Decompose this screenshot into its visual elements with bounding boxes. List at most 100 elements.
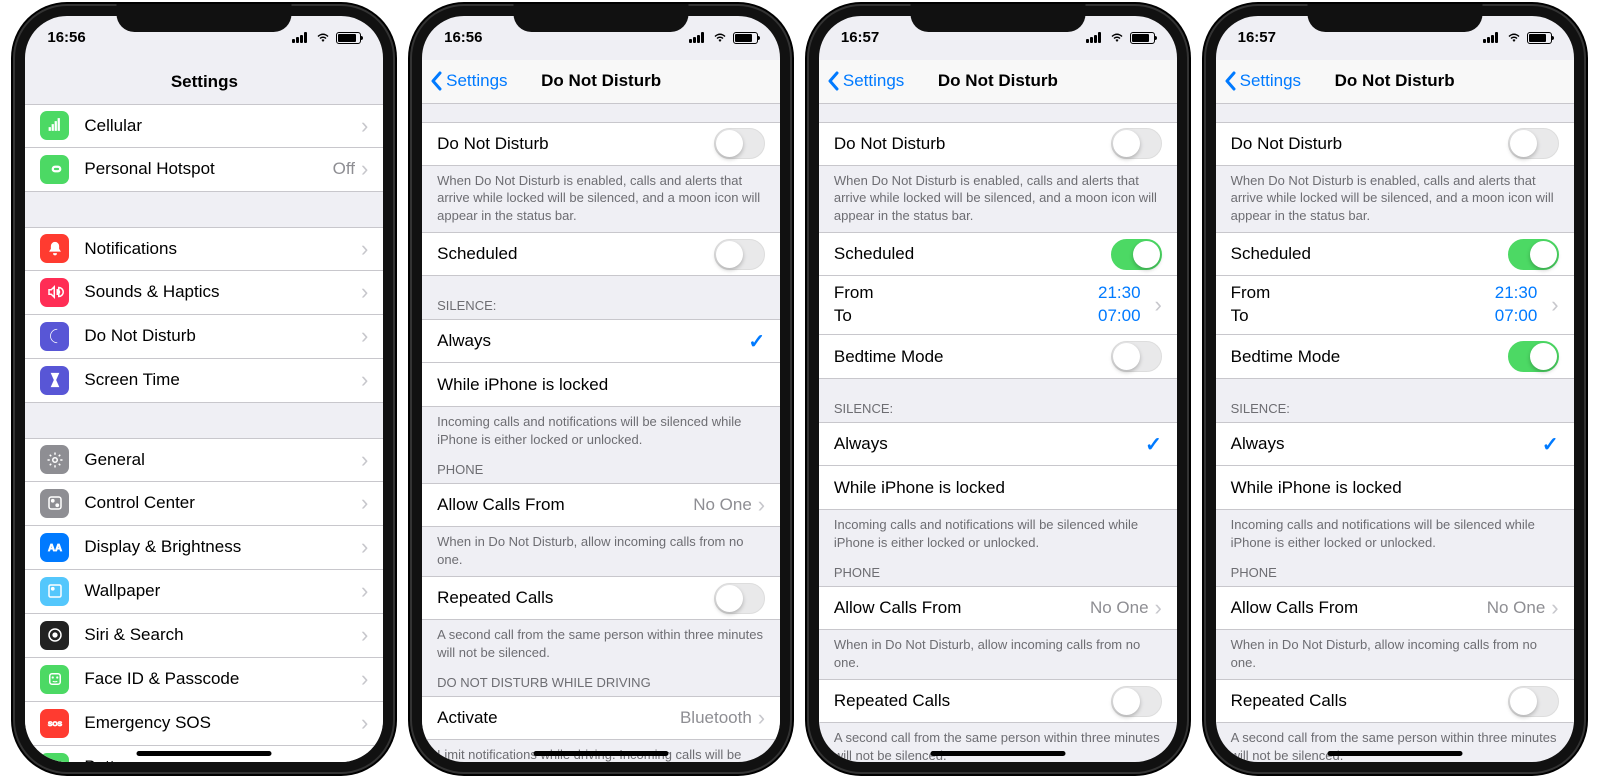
settings-row-general[interactable]: General › bbox=[25, 438, 383, 482]
allow-footer: When in Do Not Disturb, allow incoming c… bbox=[422, 527, 780, 576]
wallpaper-icon bbox=[40, 577, 69, 606]
phone-header: PHONE bbox=[819, 559, 1177, 586]
back-button[interactable]: Settings bbox=[1224, 71, 1301, 91]
checkmark-icon: ✓ bbox=[1542, 432, 1559, 457]
dnd-footer: When Do Not Disturb is enabled, calls an… bbox=[422, 166, 780, 233]
chevron-right-icon: › bbox=[361, 449, 368, 471]
wifi-icon bbox=[1506, 32, 1522, 44]
allow-footer: When in Do Not Disturb, allow incoming c… bbox=[819, 630, 1177, 679]
scheduled-row[interactable]: Scheduled bbox=[1216, 232, 1574, 276]
always-row[interactable]: Always✓ bbox=[819, 422, 1177, 466]
sounds-icon bbox=[40, 278, 69, 307]
scheduled-row[interactable]: Scheduled bbox=[422, 232, 780, 276]
scheduled-toggle[interactable] bbox=[1111, 239, 1162, 270]
dnd-footer: When Do Not Disturb is enabled, calls an… bbox=[819, 166, 1177, 233]
faceid-icon bbox=[40, 665, 69, 694]
back-button[interactable]: Settings bbox=[827, 71, 904, 91]
checkmark-icon: ✓ bbox=[748, 329, 765, 354]
row-label: Battery bbox=[84, 757, 138, 762]
silence-footer: Incoming calls and notifications will be… bbox=[1216, 510, 1574, 559]
allow-calls-row[interactable]: Allow Calls FromNo One› bbox=[1216, 586, 1574, 630]
home-indicator[interactable] bbox=[1327, 751, 1462, 756]
wifi-icon bbox=[712, 32, 728, 44]
settings-row-display[interactable]: AA Display & Brightness › bbox=[25, 526, 383, 570]
signal-icon bbox=[292, 32, 310, 43]
repeated-calls-row[interactable]: Repeated Calls bbox=[1216, 679, 1574, 723]
activate-row[interactable]: ActivateBluetooth› bbox=[422, 696, 780, 740]
dnd-row[interactable]: Do Not Disturb bbox=[1216, 122, 1574, 166]
navbar: Settings Do Not Disturb bbox=[422, 60, 780, 104]
settings-row-screentime[interactable]: Screen Time› bbox=[25, 359, 383, 403]
wifi-icon bbox=[1109, 32, 1125, 44]
dnd-toggle[interactable] bbox=[1508, 128, 1559, 159]
chevron-right-icon: › bbox=[361, 668, 368, 690]
settings-row-hotspot[interactable]: Personal HotspotOff› bbox=[25, 148, 383, 192]
chevron-right-icon: › bbox=[1155, 597, 1162, 619]
repeated-toggle[interactable] bbox=[1111, 686, 1162, 717]
silence-footer: Incoming calls and notifications will be… bbox=[422, 407, 780, 456]
dnd-footer: When Do Not Disturb is enabled, calls an… bbox=[1216, 166, 1574, 233]
row-label: Display & Brightness bbox=[84, 537, 241, 557]
settings-row-sounds[interactable]: Sounds & Haptics › bbox=[25, 271, 383, 315]
chevron-right-icon: › bbox=[361, 536, 368, 558]
dnd-toggle[interactable] bbox=[1111, 128, 1162, 159]
battery-icon bbox=[40, 753, 69, 762]
bedtime-row[interactable]: Bedtime Mode bbox=[1216, 335, 1574, 379]
settings-row-cellular[interactable]: Cellular› bbox=[25, 104, 383, 148]
scheduled-toggle[interactable] bbox=[1508, 239, 1559, 270]
svg-text:SOS: SOS bbox=[48, 721, 63, 728]
settings-row-notifications[interactable]: Notifications› bbox=[25, 227, 383, 271]
row-label: Do Not Disturb bbox=[84, 326, 195, 346]
dnd-row[interactable]: Do Not Disturb bbox=[819, 122, 1177, 166]
repeated-calls-row[interactable]: Repeated Calls bbox=[819, 679, 1177, 723]
display-icon: AA bbox=[40, 533, 69, 562]
repeated-calls-row[interactable]: Repeated Calls bbox=[422, 576, 780, 620]
settings-row-wallpaper[interactable]: Wallpaper› bbox=[25, 570, 383, 614]
settings-row-sos[interactable]: SOSEmergency SOS› bbox=[25, 702, 383, 746]
home-indicator[interactable] bbox=[534, 751, 669, 756]
time: 16:57 bbox=[1238, 29, 1276, 46]
settings-row-dnd[interactable]: Do Not Disturb› bbox=[25, 315, 383, 359]
bedtime-row[interactable]: Bedtime Mode bbox=[819, 335, 1177, 379]
allow-calls-row[interactable]: Allow Calls FromNo One› bbox=[422, 483, 780, 527]
repeated-toggle[interactable] bbox=[714, 583, 765, 614]
navbar: Settings Do Not Disturb bbox=[819, 60, 1177, 104]
dnd-row[interactable]: Do Not Disturb bbox=[422, 122, 780, 166]
while-locked-row[interactable]: While iPhone is locked bbox=[1216, 466, 1574, 510]
chevron-right-icon: › bbox=[361, 158, 368, 180]
battery-icon bbox=[733, 32, 758, 44]
silence-header: SILENCE: bbox=[1216, 379, 1574, 422]
time: 16:56 bbox=[444, 29, 482, 46]
back-button[interactable]: Settings bbox=[430, 71, 507, 91]
chevron-right-icon: › bbox=[361, 115, 368, 137]
schedule-time-row[interactable]: From21:30To07:00 › bbox=[1216, 276, 1574, 335]
row-label: Sounds & Haptics bbox=[84, 282, 219, 302]
home-indicator[interactable] bbox=[930, 751, 1065, 756]
row-label: Emergency SOS bbox=[84, 713, 211, 733]
while-locked-row[interactable]: While iPhone is locked bbox=[422, 363, 780, 407]
row-label: Wallpaper bbox=[84, 581, 160, 601]
settings-row-siri[interactable]: Siri & Search› bbox=[25, 614, 383, 658]
row-label: General bbox=[84, 450, 144, 470]
phone-header: PHONE bbox=[422, 456, 780, 483]
row-detail: Off bbox=[333, 159, 355, 179]
always-row[interactable]: Always✓ bbox=[1216, 422, 1574, 466]
schedule-time-row[interactable]: From21:30To07:00 › bbox=[819, 276, 1177, 335]
scheduled-row[interactable]: Scheduled bbox=[819, 232, 1177, 276]
while-locked-row[interactable]: While iPhone is locked bbox=[819, 466, 1177, 510]
scheduled-toggle[interactable] bbox=[714, 239, 765, 270]
repeated-toggle[interactable] bbox=[1508, 686, 1559, 717]
chevron-right-icon: › bbox=[361, 281, 368, 303]
allow-calls-row[interactable]: Allow Calls FromNo One› bbox=[819, 586, 1177, 630]
cellular-icon bbox=[40, 111, 69, 140]
signal-icon bbox=[689, 32, 707, 43]
settings-row-controlcenter[interactable]: Control Center› bbox=[25, 482, 383, 526]
bedtime-toggle[interactable] bbox=[1508, 341, 1559, 372]
page-title: Do Not Disturb bbox=[1335, 71, 1455, 91]
settings-row-faceid[interactable]: Face ID & Passcode› bbox=[25, 658, 383, 702]
always-row[interactable]: Always✓ bbox=[422, 319, 780, 363]
hotspot-icon bbox=[40, 155, 69, 184]
dnd-toggle[interactable] bbox=[714, 128, 765, 159]
home-indicator[interactable] bbox=[137, 751, 272, 756]
bedtime-toggle[interactable] bbox=[1111, 341, 1162, 372]
